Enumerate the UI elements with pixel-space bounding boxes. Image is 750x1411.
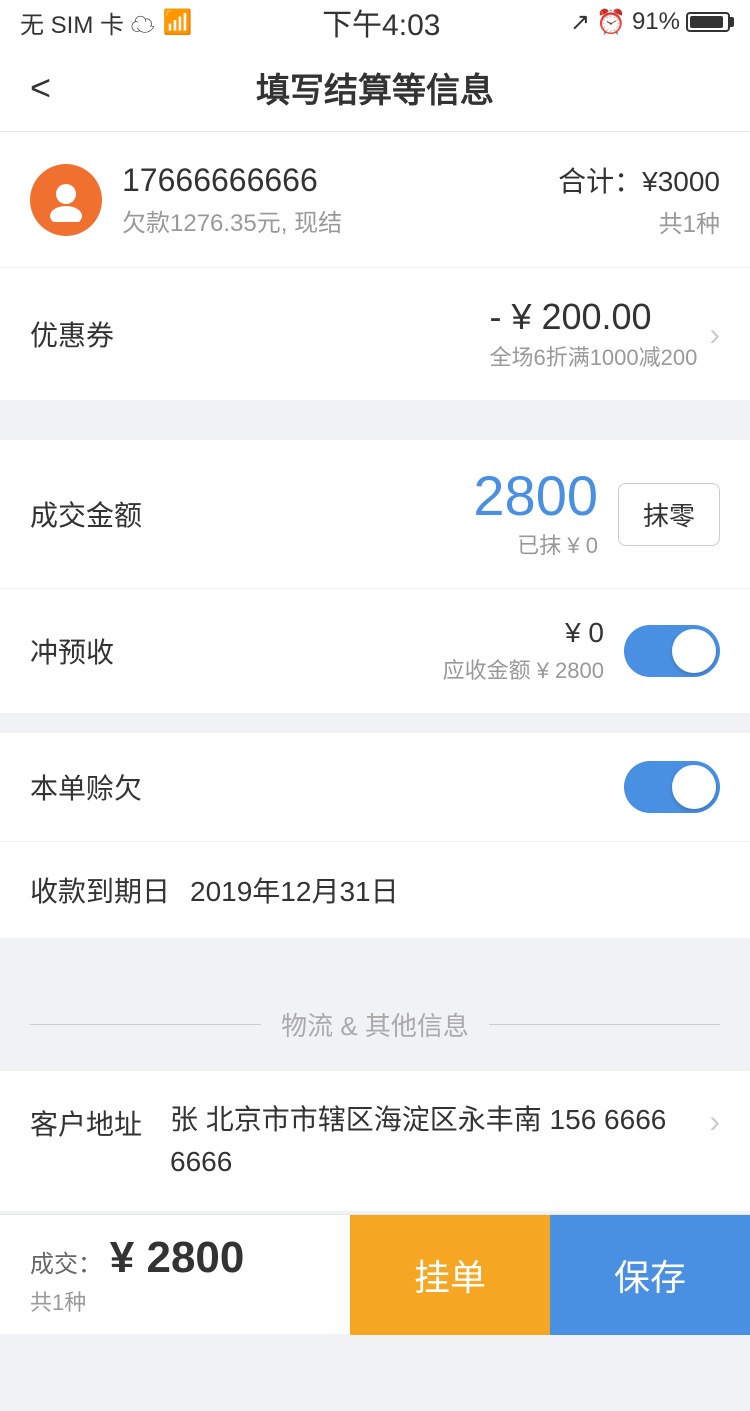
section-gap-2: [0, 713, 750, 733]
customer-count: 共1种: [558, 204, 720, 239]
prepay-label: 冲预收: [30, 631, 114, 671]
coupon-amount: - ¥ 200.00: [489, 296, 697, 338]
coupon-right: - ¥ 200.00 全场6折满1000减200 ›: [489, 296, 720, 372]
divider-line-left: [30, 1024, 261, 1025]
round-button[interactable]: 抹零: [618, 483, 720, 546]
deal-amount-label: 成交金额: [30, 494, 142, 534]
credit-row: 本单赊欠: [0, 733, 750, 841]
footer: 成交： ¥ 2800 共1种 挂单 保存: [0, 1214, 750, 1334]
customer-total: 合计：¥3000: [558, 160, 720, 200]
prepay-right: ¥ 0 应收金额 ¥ 2800: [443, 617, 720, 685]
status-time: 下午4:03: [322, 0, 440, 44]
back-button[interactable]: <: [30, 67, 90, 109]
duedate-value: 2019年12月31日: [190, 870, 399, 910]
logistics-text: 物流 & 其他信息: [281, 1006, 469, 1043]
deal-amount-row: 成交金额 2800 已抹 ¥ 0 抹零: [0, 440, 750, 589]
status-left: 无 SIM 卡 ☁ 📶: [20, 5, 193, 40]
prepay-amount: ¥ 0: [443, 617, 604, 649]
footer-amount: ¥ 2800: [110, 1233, 245, 1282]
customer-left: 17666666666 欠款1276.35元, 现结: [30, 162, 342, 238]
address-card: 客户地址 张 北京市市辖区海淀区永丰南 156 6666 6666 ›: [0, 1071, 750, 1211]
customer-info: 17666666666 欠款1276.35元, 现结: [122, 162, 342, 238]
deal-amount-value: 2800: [473, 468, 598, 524]
alarm-icon: ⏰: [596, 8, 626, 37]
deal-amount-right: 2800 已抹 ¥ 0 抹零: [473, 468, 720, 560]
section-gap-3: [0, 958, 750, 978]
footer-left: 成交： ¥ 2800 共1种: [0, 1233, 350, 1317]
nav-bar: < 填写结算等信息: [0, 44, 750, 132]
customer-phone: 17666666666: [122, 162, 342, 199]
battery-icon: [686, 12, 730, 32]
section-gap-1: [0, 420, 750, 440]
footer-deal-row: 成交： ¥ 2800: [30, 1233, 320, 1283]
location-icon: ↗: [570, 8, 590, 37]
prepay-sub: 应收金额 ¥ 2800: [443, 653, 604, 685]
customer-sub-info: 欠款1276.35元, 现结: [122, 203, 342, 238]
credit-toggle[interactable]: [624, 761, 720, 813]
coupon-desc: 全场6折满1000减200: [489, 340, 697, 372]
duedate-row: 收款到期日 2019年12月31日: [0, 841, 750, 938]
logistics-divider: 物流 & 其他信息: [0, 978, 750, 1071]
coupon-chevron-icon: ›: [709, 316, 720, 353]
divider-line-right: [489, 1024, 720, 1025]
footer-count: 共1种: [30, 1285, 320, 1317]
credit-card: 本单赊欠 收款到期日 2019年12月31日: [0, 733, 750, 938]
credit-toggle-knob: [672, 765, 716, 809]
amount-section: 成交金额 2800 已抹 ¥ 0 抹零 冲预收 ¥ 0 应收金额 ¥ 2800: [0, 440, 750, 713]
save-button[interactable]: 保存: [550, 1215, 750, 1335]
battery-percent: 91%: [632, 8, 680, 36]
page-title: 填写结算等信息: [90, 63, 660, 112]
avatar: [30, 164, 102, 236]
address-chevron-icon: ›: [709, 1099, 720, 1140]
customer-row: 17666666666 欠款1276.35元, 现结 合计：¥3000 共1种: [0, 132, 750, 267]
duedate-label: 收款到期日: [30, 870, 170, 910]
coupon-label: 优惠券: [30, 314, 114, 354]
credit-label: 本单赊欠: [30, 767, 142, 807]
address-row[interactable]: 客户地址 张 北京市市辖区海淀区永丰南 156 6666 6666 ›: [0, 1071, 750, 1211]
prepay-values: ¥ 0 应收金额 ¥ 2800: [443, 617, 604, 685]
status-bar: 无 SIM 卡 ☁ 📶 下午4:03 ↗ ⏰ 91%: [0, 0, 750, 44]
prepay-row: 冲预收 ¥ 0 应收金额 ¥ 2800: [0, 589, 750, 713]
coupon-row[interactable]: 优惠券 - ¥ 200.00 全场6折满1000减200 ›: [0, 267, 750, 400]
toggle-knob: [672, 629, 716, 673]
hang-button[interactable]: 挂单: [350, 1215, 550, 1335]
wifi-icon: 📶: [163, 8, 193, 37]
prepay-toggle[interactable]: [624, 625, 720, 677]
footer-deal-label: 成交：: [30, 1251, 102, 1278]
no-sim-text: 无 SIM 卡 ☁: [20, 5, 155, 40]
deal-amount-sub: 已抹 ¥ 0: [473, 528, 598, 560]
customer-card: 17666666666 欠款1276.35元, 现结 合计：¥3000 共1种 …: [0, 132, 750, 400]
address-label: 客户地址: [30, 1099, 150, 1143]
customer-right: 合计：¥3000 共1种: [558, 160, 720, 239]
address-value: 张 北京市市辖区海淀区永丰南 156 6666 6666: [170, 1099, 689, 1183]
status-right: ↗ ⏰ 91%: [570, 8, 730, 37]
